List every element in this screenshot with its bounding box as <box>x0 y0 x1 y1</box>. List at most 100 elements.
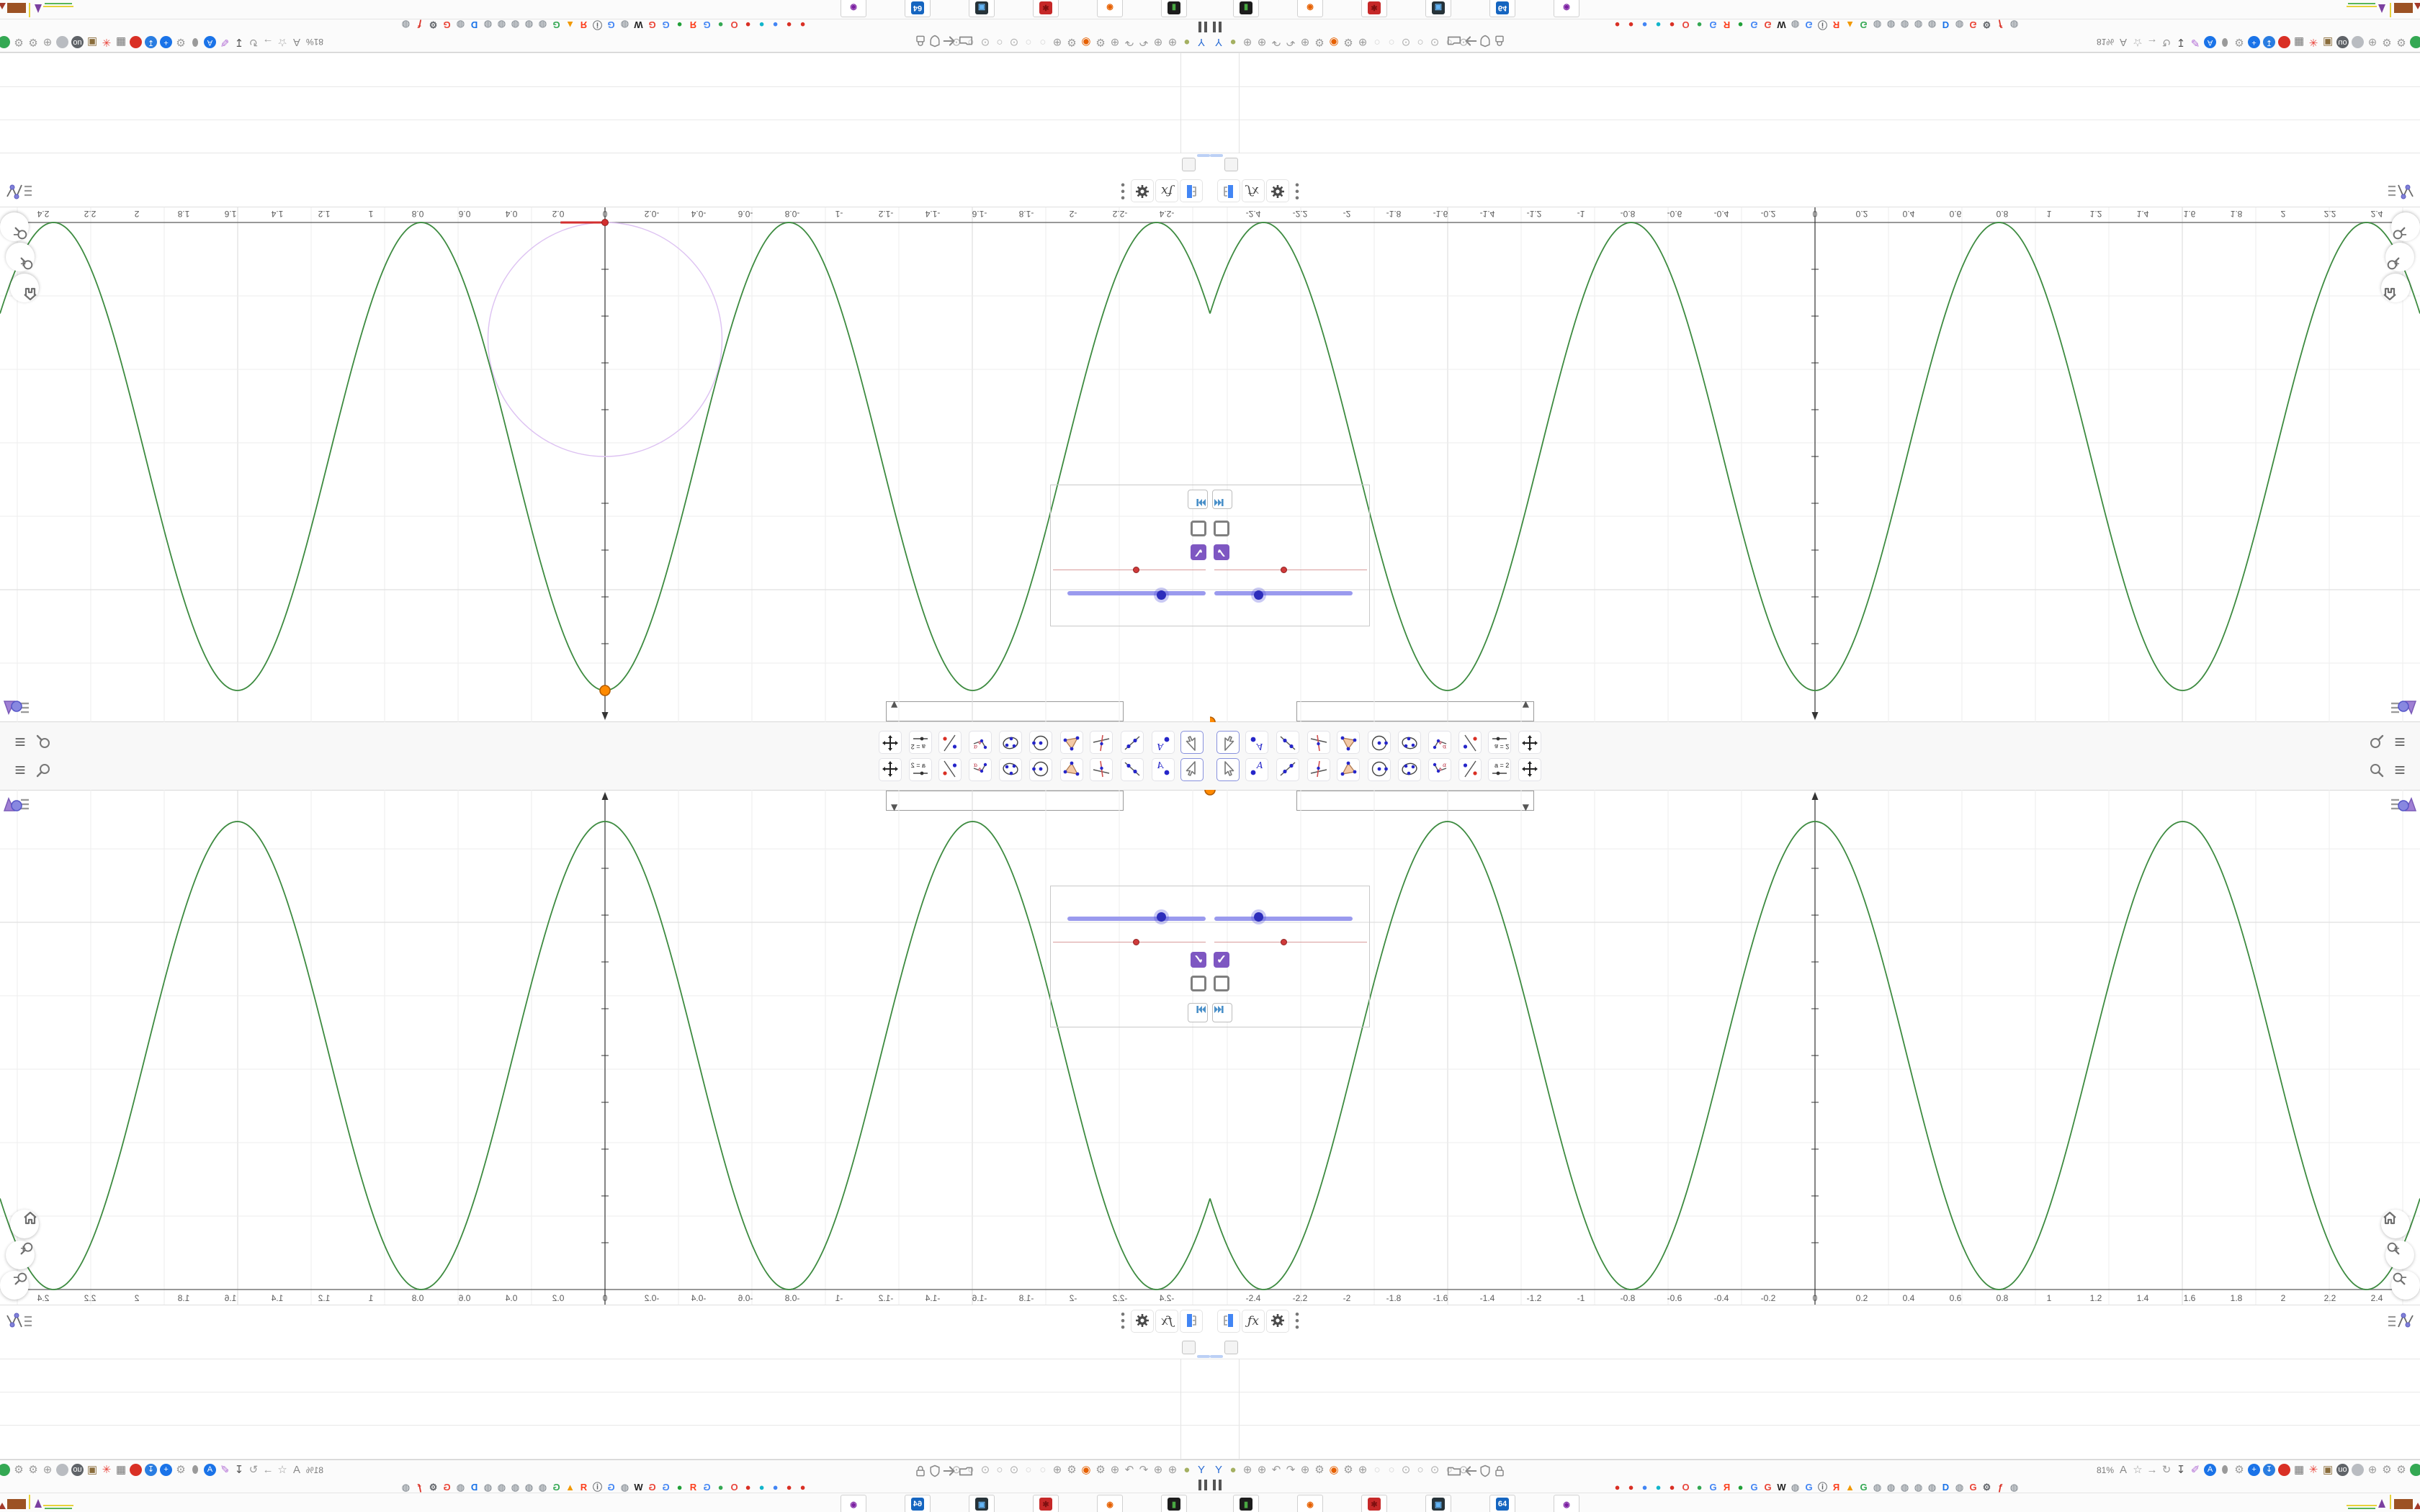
archive-icon[interactable]: ▦ <box>114 32 128 51</box>
globe-icon[interactable]: ⊕ <box>1050 32 1065 51</box>
tab-red-gear[interactable]: ✱ <box>1033 1495 1059 1512</box>
favicon-f[interactable]: ƒ <box>413 19 426 30</box>
favicon[interactable]: ● <box>1624 1482 1638 1493</box>
arc-position-slider-knob[interactable] <box>1133 939 1139 945</box>
reload-icon[interactable]: ↻ <box>2159 1461 2174 1480</box>
favicon[interactable]: ◍ <box>1884 19 1898 30</box>
favicon-google[interactable]: G <box>1747 1482 1761 1493</box>
collapse-button[interactable] <box>1182 158 1196 171</box>
tool-perpendicular-button[interactable] <box>1307 731 1330 754</box>
status-green-dot[interactable] <box>0 1464 10 1476</box>
arc-length-slider-knob[interactable] <box>1254 912 1263 922</box>
graphics-view[interactable]: -2.4 -2.2 -2 -1.8 -1.6 -1.4 -1.2 -1 -0.8 -0.6 -0.4… <box>1210 207 2420 722</box>
tab-firefox[interactable]: ◉ <box>1097 0 1123 17</box>
bookmark-star-icon[interactable]: ☆ <box>275 1461 290 1480</box>
algebra-row-funcs[interactable] <box>1210 1426 2420 1459</box>
favicon-google[interactable]: G <box>659 19 673 30</box>
globe-icon[interactable]: ⊕ <box>1255 32 1269 51</box>
uo-extension-icon[interactable]: uo <box>71 36 84 48</box>
algebra-row-funcnames[interactable] <box>1210 86 2420 120</box>
favicon[interactable]: ◍ <box>495 1482 508 1493</box>
tool-circle-button[interactable] <box>1029 758 1052 781</box>
globe-icon[interactable]: ⊕ <box>1151 32 1165 51</box>
favicon-yandex[interactable]: Я <box>686 19 700 30</box>
translate-extension-icon[interactable]: A <box>203 1464 216 1476</box>
dot-icon[interactable]: ○ <box>992 32 1007 51</box>
globe-icon[interactable]: ⊕ <box>1165 32 1180 51</box>
settings-gear-button[interactable] <box>1266 1310 1289 1333</box>
marker-extension-icon[interactable]: ✐ <box>2188 1461 2202 1480</box>
profile-avatar[interactable]: ● <box>1180 32 1194 51</box>
zoom-out-button[interactable]: − <box>2391 1271 2420 1300</box>
tab-floppy64[interactable]: 64 <box>1489 0 1515 17</box>
dot-icon[interactable]: ○ <box>992 1461 1007 1480</box>
home-button[interactable] <box>10 1210 39 1238</box>
favicon[interactable]: ● <box>755 1482 768 1493</box>
faded-icon[interactable]: ○ <box>1021 32 1036 51</box>
visibility-marble[interactable] <box>1190 62 1206 78</box>
favicon[interactable]: ▲ <box>1843 19 1857 30</box>
curvature-tangent-checkbox[interactable]: ✓ <box>1191 952 1206 968</box>
visibility-marble[interactable] <box>1190 96 1206 112</box>
tool-ellipse-button[interactable] <box>999 758 1022 781</box>
zoom-in-button[interactable]: + <box>6 243 35 271</box>
wrench-icon[interactable]: ⚙ <box>2380 1461 2394 1480</box>
tool-point-button[interactable]: A <box>1152 758 1175 781</box>
zoom-in-button[interactable]: + <box>2385 243 2414 271</box>
favicon-gear[interactable]: ⚙ <box>426 19 440 30</box>
shield-icon[interactable] <box>1478 1463 1492 1482</box>
favicon[interactable]: ◍ <box>495 19 508 30</box>
favicon[interactable]: ● <box>768 19 782 30</box>
function-fx-button[interactable]: ƒx <box>1242 179 1265 202</box>
favicon[interactable]: ◍ <box>1898 19 1912 30</box>
favicon-gear[interactable]: ⚙ <box>1980 1482 1994 1493</box>
tool-ellipse-button[interactable] <box>1398 731 1421 754</box>
favicon-google[interactable]: G <box>440 1482 454 1493</box>
favicon[interactable]: ◍ <box>1870 1482 1884 1493</box>
reload-icon[interactable]: ↻ <box>2159 32 2174 51</box>
wrench-icon[interactable]: ⚙ <box>26 1461 40 1480</box>
hamburger-menu-icon[interactable]: ≡ <box>10 732 30 753</box>
dot-icon[interactable]: ⊙ <box>978 32 992 51</box>
uo-extension-icon[interactable]: uo <box>2336 1464 2349 1476</box>
favicon-google[interactable]: G <box>645 19 659 30</box>
globe-extension-icon[interactable]: ⊕ <box>2365 1461 2380 1480</box>
globe-icon[interactable]: ⊕ <box>1240 1461 1255 1480</box>
tool-point-button[interactable]: A <box>1245 731 1268 754</box>
favicon[interactable]: ● <box>768 1482 782 1493</box>
favicon-info[interactable]: ⓘ <box>591 1482 604 1493</box>
favicon-google[interactable]: G <box>550 19 563 30</box>
tool-ellipse-button[interactable] <box>1398 758 1421 781</box>
favicon-wikipedia[interactable]: W <box>632 1482 645 1493</box>
geogebra-perspective-logo[interactable] <box>2390 791 2419 817</box>
tool-angle-button[interactable]: α <box>1428 731 1451 754</box>
forward-icon[interactable]: → <box>261 32 275 51</box>
favicon-f[interactable]: ƒ <box>1994 1482 2007 1493</box>
favicon[interactable]: ◍ <box>2007 1482 2021 1493</box>
arc-length-slider[interactable] <box>1214 917 1353 921</box>
algebra-row-curves[interactable] <box>1210 1359 2420 1392</box>
favicon-google[interactable]: G <box>1706 1482 1720 1493</box>
visibility-marble[interactable] <box>1214 1434 1230 1450</box>
clipboard-icon[interactable]: ▣ <box>2321 1461 2335 1480</box>
status-green-dot[interactable] <box>2410 1464 2420 1476</box>
function-fx-button[interactable]: ƒx <box>1155 179 1178 202</box>
favicon-yandex[interactable]: Я <box>577 1482 591 1493</box>
favicon[interactable]: ● <box>714 1482 727 1493</box>
favicon-info[interactable]: ⓘ <box>1816 1482 1829 1493</box>
archive-icon[interactable]: ▦ <box>2292 1461 2306 1480</box>
graphics-view[interactable]: -2.4 -2.2 -2 -1.8 -1.6 -1.4 -1.2 -1 -0.8 -0.6 -0.4… <box>0 790 1210 1305</box>
tool-reflect-button[interactable] <box>938 758 962 781</box>
mouse-oval-icon[interactable]: ⬮ <box>2218 1461 2232 1480</box>
profile-avatar[interactable]: ● <box>1226 32 1240 51</box>
favicon-gear[interactable]: ⚙ <box>1980 19 1994 30</box>
tool-circle-button[interactable] <box>1368 731 1391 754</box>
tab-firefox[interactable]: ◉ <box>1097 1495 1123 1512</box>
add-extension-icon[interactable]: + <box>159 1464 172 1476</box>
folder-icon[interactable] <box>958 30 974 49</box>
favicon[interactable]: ● <box>1652 19 1665 30</box>
algebra-row-funcnames[interactable] <box>1210 1392 2420 1426</box>
favicon-yandex[interactable]: Я <box>1829 1482 1843 1493</box>
faded-icon[interactable]: ○ <box>1370 1461 1384 1480</box>
reload-icon[interactable]: ↻ <box>246 1461 261 1480</box>
